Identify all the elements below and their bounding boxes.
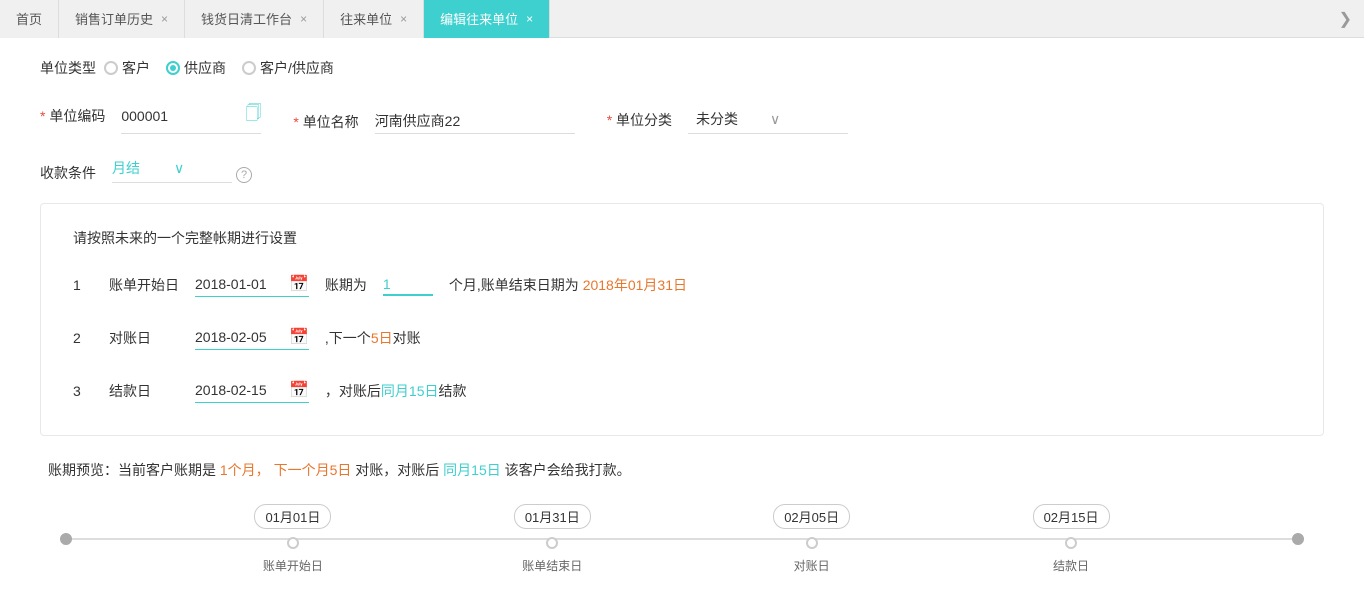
- unit-info-row: 单位编码 🗍 单位名称 单位分类 未分类 ∨: [40, 98, 1324, 134]
- timeline-dot-3: [806, 537, 818, 549]
- unit-type-row: 单位类型 客户 供应商 客户/供应商: [40, 58, 1324, 78]
- payment-date-input[interactable]: [195, 382, 285, 398]
- tab-sales-history[interactable]: 销售订单历史 ×: [59, 0, 185, 38]
- reconcile-date-input-wrap: 📅: [195, 325, 309, 350]
- timeline-points: 01月01日 账单开始日 01月31日 账单结束日 02月05日 对账日: [60, 504, 1304, 574]
- payment-terms-help-icon[interactable]: ?: [236, 167, 252, 183]
- timeline-dot-4: [1065, 537, 1077, 549]
- section-title: 请按照未来的一个完整帐期进行设置: [73, 228, 1291, 248]
- unit-category-chevron: ∨: [770, 111, 840, 128]
- timeline-label-2: 账单结束日: [522, 557, 582, 574]
- timeline-point-2: 01月31日 账单结束日: [514, 504, 591, 574]
- timeline-dot-2: [546, 537, 558, 549]
- setting-row-3: 3 结款日 📅 ，对账后同月15日结款: [73, 378, 1291, 403]
- close-tab-partner-unit[interactable]: ×: [400, 12, 407, 26]
- tab-cash-work[interactable]: 钱货日清工作台 ×: [185, 0, 324, 38]
- tab-partner-unit[interactable]: 往来单位 ×: [324, 0, 424, 38]
- radio-both-circle: [242, 61, 256, 75]
- unit-category-label: 单位分类: [607, 110, 672, 130]
- timeline-label-1: 账单开始日: [263, 557, 323, 574]
- tab-edit-partner[interactable]: 编辑往来单位 ×: [424, 0, 550, 38]
- payment-terms-chevron: ∨: [174, 160, 232, 177]
- close-tab-sales-history[interactable]: ×: [161, 12, 168, 26]
- period-label: 账期为: [325, 275, 367, 295]
- timeline-label-3: 对账日: [794, 557, 830, 574]
- timeline-dot-1: [287, 537, 299, 549]
- timeline-badge-2: 01月31日: [514, 504, 591, 529]
- tab-expand-button[interactable]: ❯: [1327, 9, 1364, 29]
- timeline-start-dot-circle: [60, 533, 72, 545]
- row-num-2: 2: [73, 330, 93, 346]
- timeline-start-dot: [60, 504, 72, 574]
- payment-terms-label: 收款条件: [40, 163, 96, 183]
- payment-terms-row: 收款条件 月结 ∨ ?: [40, 154, 1324, 183]
- unit-code-icon[interactable]: 🗍: [245, 102, 261, 129]
- payment-desc: ，对账后同月15日结款: [325, 381, 467, 401]
- setting-row-1: 1 账单开始日 📅 账期为 个月,账单结束日期为 2018年01月31日: [73, 272, 1291, 297]
- close-tab-edit-partner[interactable]: ×: [526, 12, 533, 26]
- unit-name-input[interactable]: [375, 109, 575, 134]
- timeline: 01月01日 账单开始日 01月31日 账单结束日 02月05日 对账日: [40, 504, 1324, 574]
- radio-customer[interactable]: 客户: [104, 58, 150, 78]
- main-content: 单位类型 客户 供应商 客户/供应商 单位编码 🗍 单位: [0, 38, 1364, 608]
- unit-name-label: 单位名称: [293, 112, 358, 132]
- reconcile-highlight: 5日: [371, 330, 393, 346]
- setting-row-2: 2 对账日 📅 ,下一个5日对账: [73, 325, 1291, 350]
- preview-section: 账期预览：当前客户账期是 1个月， 下一个月5日 对账，对账后 同月15日 该客…: [40, 460, 1324, 574]
- timeline-point-3: 02月05日 对账日: [773, 504, 850, 574]
- unit-type-label: 单位类型: [40, 58, 96, 78]
- reconcile-date-input[interactable]: [195, 329, 285, 345]
- unit-category-group: 单位分类 未分类 ∨: [607, 105, 848, 134]
- preview-reconcile-day: 下一个月5日: [274, 462, 352, 478]
- start-date-input-wrap: 📅: [195, 272, 309, 297]
- row-label-3: 结款日: [109, 381, 179, 401]
- tab-home[interactable]: 首页: [0, 0, 59, 38]
- unit-type-radio-group: 客户 供应商 客户/供应商: [104, 58, 334, 78]
- radio-supplier[interactable]: 供应商: [166, 58, 226, 78]
- payment-terms-select[interactable]: 月结 ∨: [112, 154, 232, 183]
- settings-section: 请按照未来的一个完整帐期进行设置 1 账单开始日 📅 账期为 个月,账单结束日期…: [40, 203, 1324, 436]
- tab-bar: 首页 销售订单历史 × 钱货日清工作台 × 往来单位 × 编辑往来单位 × ❯: [0, 0, 1364, 38]
- preview-text: 账期预览：当前客户账期是 1个月， 下一个月5日 对账，对账后 同月15日 该客…: [40, 460, 1324, 480]
- timeline-end-dot-circle: [1292, 533, 1304, 545]
- unit-code-input[interactable]: [121, 104, 239, 128]
- row-num-3: 3: [73, 383, 93, 399]
- unit-code-group: 单位编码 🗍: [40, 98, 261, 134]
- unit-code-label: 单位编码: [40, 106, 105, 126]
- preview-period: 1个月，: [220, 462, 270, 478]
- row-label-2: 对账日: [109, 328, 179, 348]
- radio-customer-circle: [104, 61, 118, 75]
- timeline-badge-4: 02月15日: [1033, 504, 1110, 529]
- start-date-input[interactable]: [195, 276, 285, 292]
- preview-payment-day: 同月15日: [443, 462, 501, 478]
- radio-supplier-circle: [166, 61, 180, 75]
- unit-name-group: 单位名称: [293, 109, 574, 134]
- unit-code-input-wrap: 🗍: [121, 98, 261, 134]
- timeline-badge-3: 02月05日: [773, 504, 850, 529]
- end-date-highlight: 2018年01月31日: [583, 277, 687, 293]
- timeline-point-1: 01月01日 账单开始日: [254, 504, 331, 574]
- payment-highlight: 同月15日: [381, 383, 439, 399]
- period-input[interactable]: [383, 276, 433, 292]
- close-tab-cash-work[interactable]: ×: [300, 12, 307, 26]
- payment-date-calendar-icon[interactable]: 📅: [289, 380, 309, 400]
- timeline-end-dot: [1292, 504, 1304, 574]
- timeline-badge-1: 01月01日: [254, 504, 331, 529]
- row-num-1: 1: [73, 277, 93, 293]
- radio-both[interactable]: 客户/供应商: [242, 58, 334, 78]
- unit-category-select[interactable]: 未分类 ∨: [688, 105, 848, 134]
- timeline-point-4: 02月15日 结款日: [1033, 504, 1110, 574]
- payment-date-input-wrap: 📅: [195, 378, 309, 403]
- period-suffix: 个月,账单结束日期为 2018年01月31日: [449, 275, 687, 295]
- start-date-calendar-icon[interactable]: 📅: [289, 274, 309, 294]
- period-input-wrap: [383, 274, 433, 296]
- reconcile-date-calendar-icon[interactable]: 📅: [289, 327, 309, 347]
- reconcile-desc: ,下一个5日对账: [325, 328, 421, 348]
- timeline-label-4: 结款日: [1053, 557, 1089, 574]
- row-label-1: 账单开始日: [109, 275, 179, 295]
